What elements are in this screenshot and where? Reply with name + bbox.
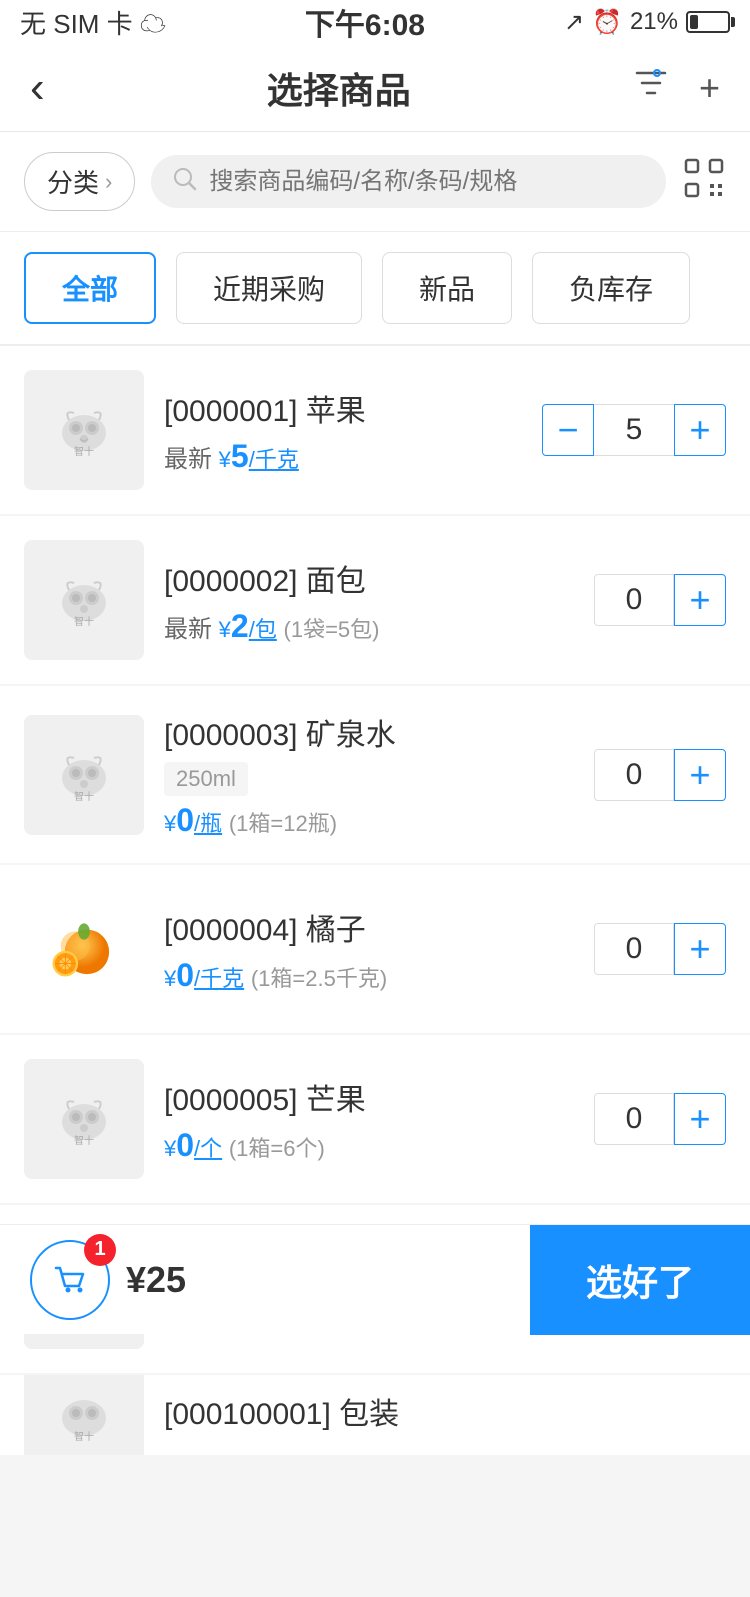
search-bar (151, 155, 666, 208)
cart-section: 1 ¥25 (0, 1240, 530, 1320)
search-icon (171, 165, 199, 198)
tab-new[interactable]: 新品 (382, 252, 512, 324)
product-info-0000005: [0000005] 芒果 ¥0/个 (1箱=6个) (164, 1075, 574, 1164)
confirm-button[interactable]: 选好了 (530, 1225, 750, 1335)
product-price: ¥0/瓶 (1箱=12瓶) (164, 802, 574, 839)
battery-icon (686, 11, 730, 33)
product-price: ¥0/个 (1箱=6个) (164, 1127, 574, 1164)
product-info-0000001: [0000001] 苹果 最新 ¥5/千克 (164, 386, 522, 475)
product-name: [0000004] 橘子 (164, 905, 574, 949)
qty-minus-button[interactable]: − (542, 404, 594, 456)
quantity-control-0000004: + (594, 923, 726, 975)
product-price: ¥0/千克 (1箱=2.5千克) (164, 957, 574, 994)
list-item: 智十 [0000005] 芒果 ¥0/个 (1箱=6个) + (0, 1035, 750, 1203)
svg-text:智十: 智十 (74, 1430, 94, 1443)
cart-badge: 1 (84, 1234, 116, 1266)
tab-all[interactable]: 全部 (24, 252, 156, 324)
quantity-control-0000002: + (594, 574, 726, 626)
category-button[interactable]: 分类 › (24, 152, 135, 211)
qty-input[interactable] (594, 574, 674, 626)
product-image-0000003: 智十 (24, 715, 144, 835)
product-name: [0000002] 面包 (164, 556, 574, 600)
svg-text:智十: 智十 (74, 445, 94, 458)
qty-plus-button[interactable]: + (674, 923, 726, 975)
qty-input[interactable] (594, 404, 674, 456)
product-name: [000100001] 包装 (164, 1389, 726, 1433)
quantity-control-0000001: − + (542, 404, 726, 456)
svg-text:智十: 智十 (74, 1134, 94, 1147)
location-icon: ↗ (564, 8, 584, 37)
product-list: 智十 [0000001] 苹果 最新 ¥5/千克 − + (0, 346, 750, 1597)
product-price: 最新 ¥5/千克 (164, 438, 522, 475)
qty-plus-button[interactable]: + (674, 1093, 726, 1145)
status-time: 下午6:08 (305, 0, 425, 44)
qty-plus-button[interactable]: + (674, 749, 726, 801)
product-spec: 250ml (164, 762, 248, 796)
list-item: 智十 [0000001] 苹果 最新 ¥5/千克 − + (0, 346, 750, 514)
battery-percent: 21% (630, 8, 678, 36)
svg-text:智十: 智十 (74, 615, 94, 628)
search-input[interactable] (209, 168, 646, 196)
filter-button[interactable] (633, 65, 669, 110)
product-info-000100001: [000100001] 包装 (164, 1389, 726, 1441)
add-button[interactable]: + (699, 67, 720, 109)
list-item: [0000004] 橘子 ¥0/千克 (1箱=2.5千克) + (0, 865, 750, 1033)
category-label: 分类 (47, 163, 99, 200)
page-title: 选择商品 (267, 62, 411, 114)
qty-input[interactable] (594, 923, 674, 975)
product-info-0000004: [0000004] 橘子 ¥0/千克 (1箱=2.5千克) (164, 905, 574, 994)
tab-recent[interactable]: 近期采购 (176, 252, 362, 324)
category-chevron-icon: › (105, 169, 112, 195)
product-name: [0000003] 矿泉水 (164, 710, 574, 754)
tab-negative[interactable]: 负库存 (532, 252, 690, 324)
alarm-icon: ⏰ (592, 8, 622, 37)
qty-input[interactable] (594, 749, 674, 801)
status-bar: 无 SIM 卡 ☁ 下午6:08 ↗ ⏰ 21% (0, 0, 750, 44)
quantity-control-0000003: + (594, 749, 726, 801)
tabs-row: 全部 近期采购 新品 负库存 (0, 232, 750, 346)
product-image-0000004 (24, 889, 144, 1009)
quantity-control-0000005: + (594, 1093, 726, 1145)
cart-button[interactable]: 1 (30, 1240, 110, 1320)
list-item: 智十 [0000003] 矿泉水 250ml ¥0/瓶 (1箱=12瓶) + (0, 686, 750, 863)
product-image-000100001: 智十 (24, 1375, 144, 1455)
product-info-0000002: [0000002] 面包 最新 ¥2/包 (1袋=5包) (164, 556, 574, 645)
product-info-0000003: [0000003] 矿泉水 250ml ¥0/瓶 (1箱=12瓶) (164, 710, 574, 839)
product-image-0000002: 智十 (24, 540, 144, 660)
nav-bar: ‹ 选择商品 + (0, 44, 750, 132)
product-name: [0000001] 苹果 (164, 386, 522, 430)
scan-button[interactable] (682, 156, 726, 208)
status-right: ↗ ⏰ 21% (564, 8, 730, 37)
filter-row: 分类 › (0, 132, 750, 232)
product-name: [0000005] 芒果 (164, 1075, 574, 1119)
svg-text:智十: 智十 (74, 790, 94, 803)
sim-status: 无 SIM 卡 ☁ (20, 4, 166, 41)
qty-plus-button[interactable]: + (674, 574, 726, 626)
back-button[interactable]: ‹ (30, 63, 45, 113)
bottom-bar: 1 ¥25 选好了 (0, 1224, 750, 1334)
status-left: 无 SIM 卡 ☁ (20, 4, 166, 41)
qty-input[interactable] (594, 1093, 674, 1145)
qty-plus-button[interactable]: + (674, 404, 726, 456)
list-item: 智十 [0000002] 面包 最新 ¥2/包 (1袋=5包) + (0, 516, 750, 684)
product-image-0000001: 智十 (24, 370, 144, 490)
cart-total: ¥25 (126, 1259, 186, 1301)
list-item: 智十 [000100001] 包装 (0, 1375, 750, 1455)
product-image-0000005: 智十 (24, 1059, 144, 1179)
product-price: 最新 ¥2/包 (1袋=5包) (164, 608, 574, 645)
nav-icons: + (633, 65, 720, 110)
